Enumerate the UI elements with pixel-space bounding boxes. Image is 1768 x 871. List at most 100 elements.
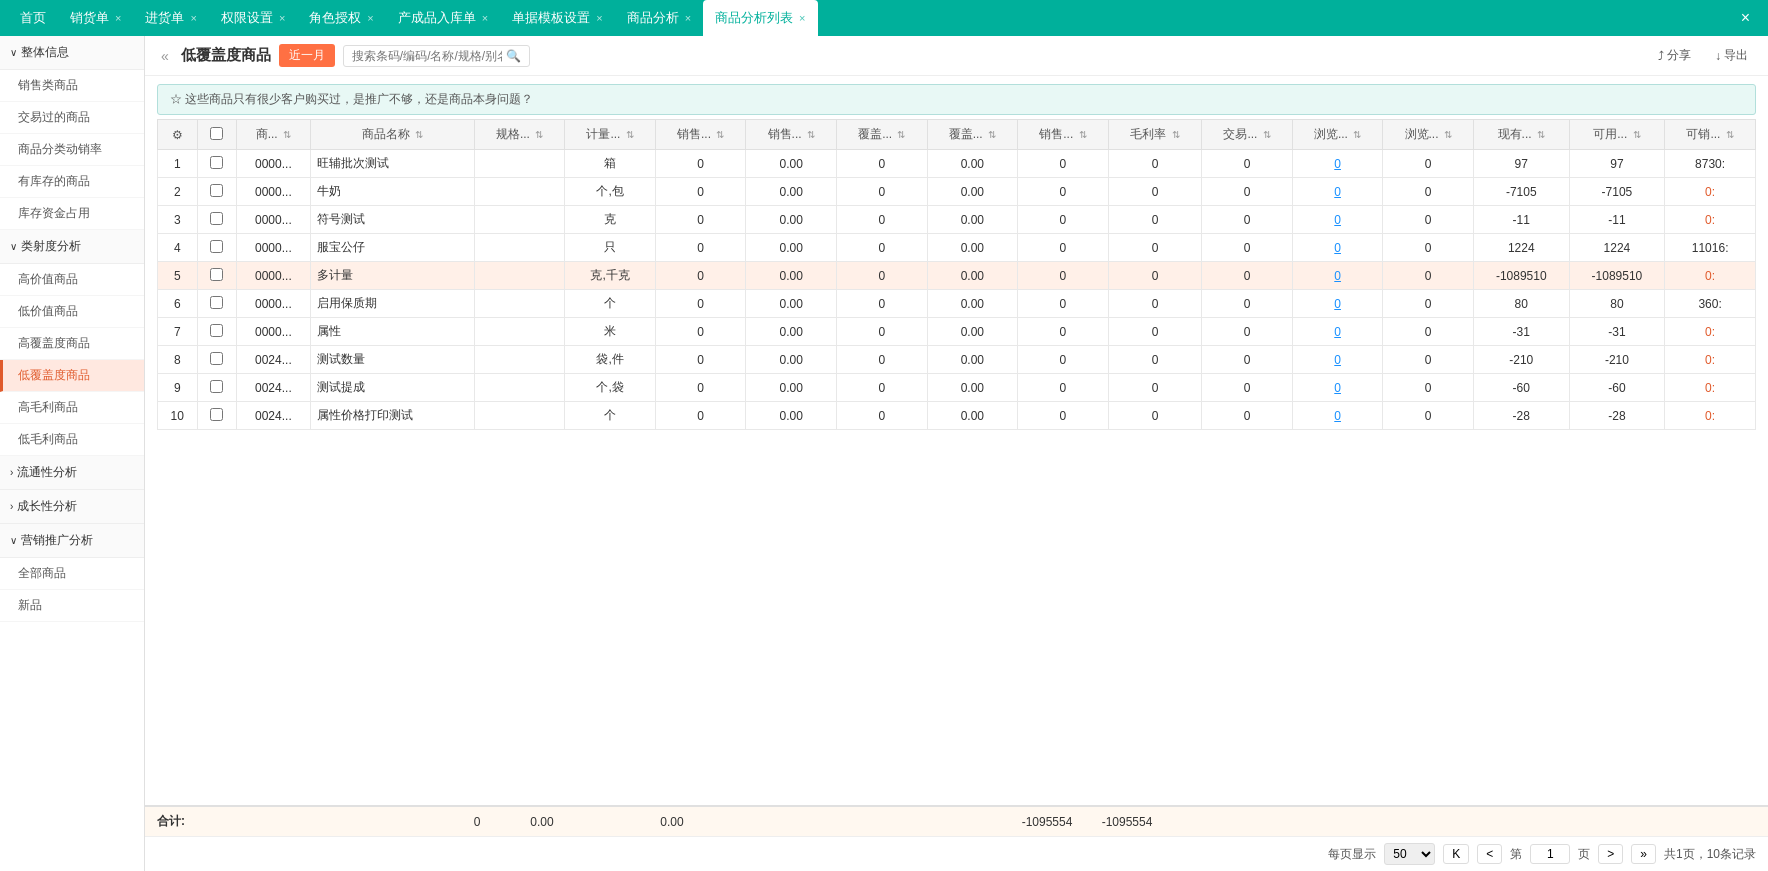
row-browse1[interactable]: 0 <box>1292 178 1383 206</box>
col-sales3[interactable]: 销售... ⇅ <box>1018 120 1109 150</box>
col-sales-qty[interactable]: 销售... ⇅ <box>655 120 746 150</box>
collapse-sidebar-btn[interactable]: « <box>157 46 173 66</box>
export-icon: ↓ <box>1715 49 1721 63</box>
col-cover2[interactable]: 覆盖... ⇅ <box>927 120 1018 150</box>
sidebar-section-coverage[interactable]: ∨ 类射度分析 <box>0 230 144 264</box>
row-browse1[interactable]: 0 <box>1292 206 1383 234</box>
date-filter-button[interactable]: 近一月 <box>279 44 335 67</box>
col-sales-amt[interactable]: 销售... ⇅ <box>746 120 837 150</box>
row-checkbox[interactable] <box>197 402 236 430</box>
row-browse1[interactable]: 0 <box>1292 346 1383 374</box>
col-current-stock[interactable]: 现有... ⇅ <box>1473 120 1569 150</box>
next-page-btn[interactable]: > <box>1598 844 1623 864</box>
row-browse1[interactable]: 0 <box>1292 374 1383 402</box>
last-page-btn[interactable]: » <box>1631 844 1656 864</box>
row-checkbox[interactable] <box>197 262 236 290</box>
per-page-select[interactable]: 50 10 20 100 <box>1384 843 1435 865</box>
sidebar-item-traded-goods[interactable]: 交易过的商品 <box>0 102 144 134</box>
nav-product-analysis-list[interactable]: 商品分析列表 × <box>703 0 817 36</box>
row-select-checkbox[interactable] <box>210 324 223 337</box>
row-select-checkbox[interactable] <box>210 156 223 169</box>
row-select-checkbox[interactable] <box>210 380 223 393</box>
row-checkbox[interactable] <box>197 234 236 262</box>
col-unit[interactable]: 计量... ⇅ <box>565 120 656 150</box>
table-container: ⚙ 商... ⇅ 商品名称 ⇅ 规格... ⇅ 计量... ⇅ 销售... ⇅ … <box>145 119 1768 805</box>
col-gross-margin[interactable]: 毛利率 ⇅ <box>1108 120 1202 150</box>
row-browse1[interactable]: 0 <box>1292 290 1383 318</box>
row-checkbox[interactable] <box>197 206 236 234</box>
sidebar-section-growth[interactable]: › 成长性分析 <box>0 490 144 524</box>
nav-close-permissions[interactable]: × <box>279 12 285 24</box>
nav-close-purchase[interactable]: × <box>190 12 196 24</box>
row-checkbox[interactable] <box>197 318 236 346</box>
col-name[interactable]: 商品名称 ⇅ <box>311 120 475 150</box>
nav-close-sales[interactable]: × <box>115 12 121 24</box>
sidebar-section-general[interactable]: ∨ 整体信息 <box>0 36 144 70</box>
page-input[interactable] <box>1530 844 1570 864</box>
row-browse1[interactable]: 0 <box>1292 318 1383 346</box>
sidebar-section-marketing[interactable]: ∨ 营销推广分析 <box>0 524 144 558</box>
row-browse1[interactable]: 0 <box>1292 150 1383 178</box>
col-transaction[interactable]: 交易... ⇅ <box>1202 120 1293 150</box>
col-saleable[interactable]: 可销... ⇅ <box>1665 120 1756 150</box>
nav-close-template-settings[interactable]: × <box>596 12 602 24</box>
share-button[interactable]: ⤴ 分享 <box>1650 44 1699 67</box>
nav-finished-goods[interactable]: 产成品入库单 × <box>386 0 500 36</box>
sidebar-item-sales-goods[interactable]: 销售类商品 <box>0 70 144 102</box>
nav-role-auth[interactable]: 角色授权 × <box>297 0 385 36</box>
col-spec[interactable]: 规格... ⇅ <box>474 120 565 150</box>
col-code[interactable]: 商... ⇅ <box>236 120 311 150</box>
sidebar-item-low-coverage[interactable]: 低覆盖度商品 <box>0 360 144 392</box>
sidebar-item-all-goods[interactable]: 全部商品 <box>0 558 144 590</box>
nav-close-product-analysis-list[interactable]: × <box>799 12 805 24</box>
row-select-checkbox[interactable] <box>210 212 223 225</box>
select-all-checkbox[interactable] <box>210 127 223 140</box>
sidebar-item-new-goods[interactable]: 新品 <box>0 590 144 622</box>
export-button[interactable]: ↓ 导出 <box>1707 44 1756 67</box>
row-checkbox[interactable] <box>197 346 236 374</box>
col-browse1[interactable]: 浏览... ⇅ <box>1292 120 1383 150</box>
row-select-checkbox[interactable] <box>210 352 223 365</box>
nav-close-finished-goods[interactable]: × <box>482 12 488 24</box>
search-input[interactable] <box>352 49 502 63</box>
row-select-checkbox[interactable] <box>210 184 223 197</box>
nav-template-settings[interactable]: 单据模板设置 × <box>500 0 614 36</box>
row-checkbox[interactable] <box>197 178 236 206</box>
sidebar-item-high-value[interactable]: 高价值商品 <box>0 264 144 296</box>
col-available[interactable]: 可用... ⇅ <box>1569 120 1665 150</box>
sidebar-item-category-sales-rate[interactable]: 商品分类动销率 <box>0 134 144 166</box>
nav-close-product-analysis[interactable]: × <box>685 12 691 24</box>
prev-page-btn[interactable]: < <box>1477 844 1502 864</box>
sidebar-section-flow[interactable]: › 流通性分析 <box>0 456 144 490</box>
nav-close-role-auth[interactable]: × <box>367 12 373 24</box>
sidebar-item-stock-capital[interactable]: 库存资金占用 <box>0 198 144 230</box>
row-checkbox[interactable] <box>197 150 236 178</box>
first-page-btn[interactable]: K <box>1443 844 1469 864</box>
row-browse1[interactable]: 0 <box>1292 234 1383 262</box>
row-checkbox[interactable] <box>197 290 236 318</box>
row-browse1[interactable]: 0 <box>1292 402 1383 430</box>
nav-permissions[interactable]: 权限设置 × <box>209 0 297 36</box>
row-checkbox[interactable] <box>197 374 236 402</box>
sidebar-item-low-value[interactable]: 低价值商品 <box>0 296 144 328</box>
row-select-checkbox[interactable] <box>210 240 223 253</box>
row-select-checkbox[interactable] <box>210 408 223 421</box>
row-select-checkbox[interactable] <box>210 268 223 281</box>
nav-home[interactable]: 首页 <box>8 0 58 36</box>
col-checkbox[interactable] <box>197 120 236 150</box>
row-cover1: 0 <box>837 150 928 178</box>
row-sales-amt: 0.00 <box>746 318 837 346</box>
row-select-checkbox[interactable] <box>210 296 223 309</box>
col-cover1[interactable]: 覆盖... ⇅ <box>837 120 928 150</box>
row-browse1[interactable]: 0 <box>1292 262 1383 290</box>
sidebar-item-high-coverage[interactable]: 高覆盖度商品 <box>0 328 144 360</box>
col-browse2[interactable]: 浏览... ⇅ <box>1383 120 1474 150</box>
nav-purchase[interactable]: 进货单 × <box>133 0 208 36</box>
window-close-btn[interactable]: × <box>1731 9 1760 27</box>
sidebar-item-high-profit[interactable]: 高毛利商品 <box>0 392 144 424</box>
sidebar-item-stock-goods[interactable]: 有库存的商品 <box>0 166 144 198</box>
sidebar-item-low-profit[interactable]: 低毛利商品 <box>0 424 144 456</box>
col-settings[interactable]: ⚙ <box>158 120 198 150</box>
nav-product-analysis[interactable]: 商品分析 × <box>615 0 703 36</box>
nav-sales[interactable]: 销货单 × <box>58 0 133 36</box>
